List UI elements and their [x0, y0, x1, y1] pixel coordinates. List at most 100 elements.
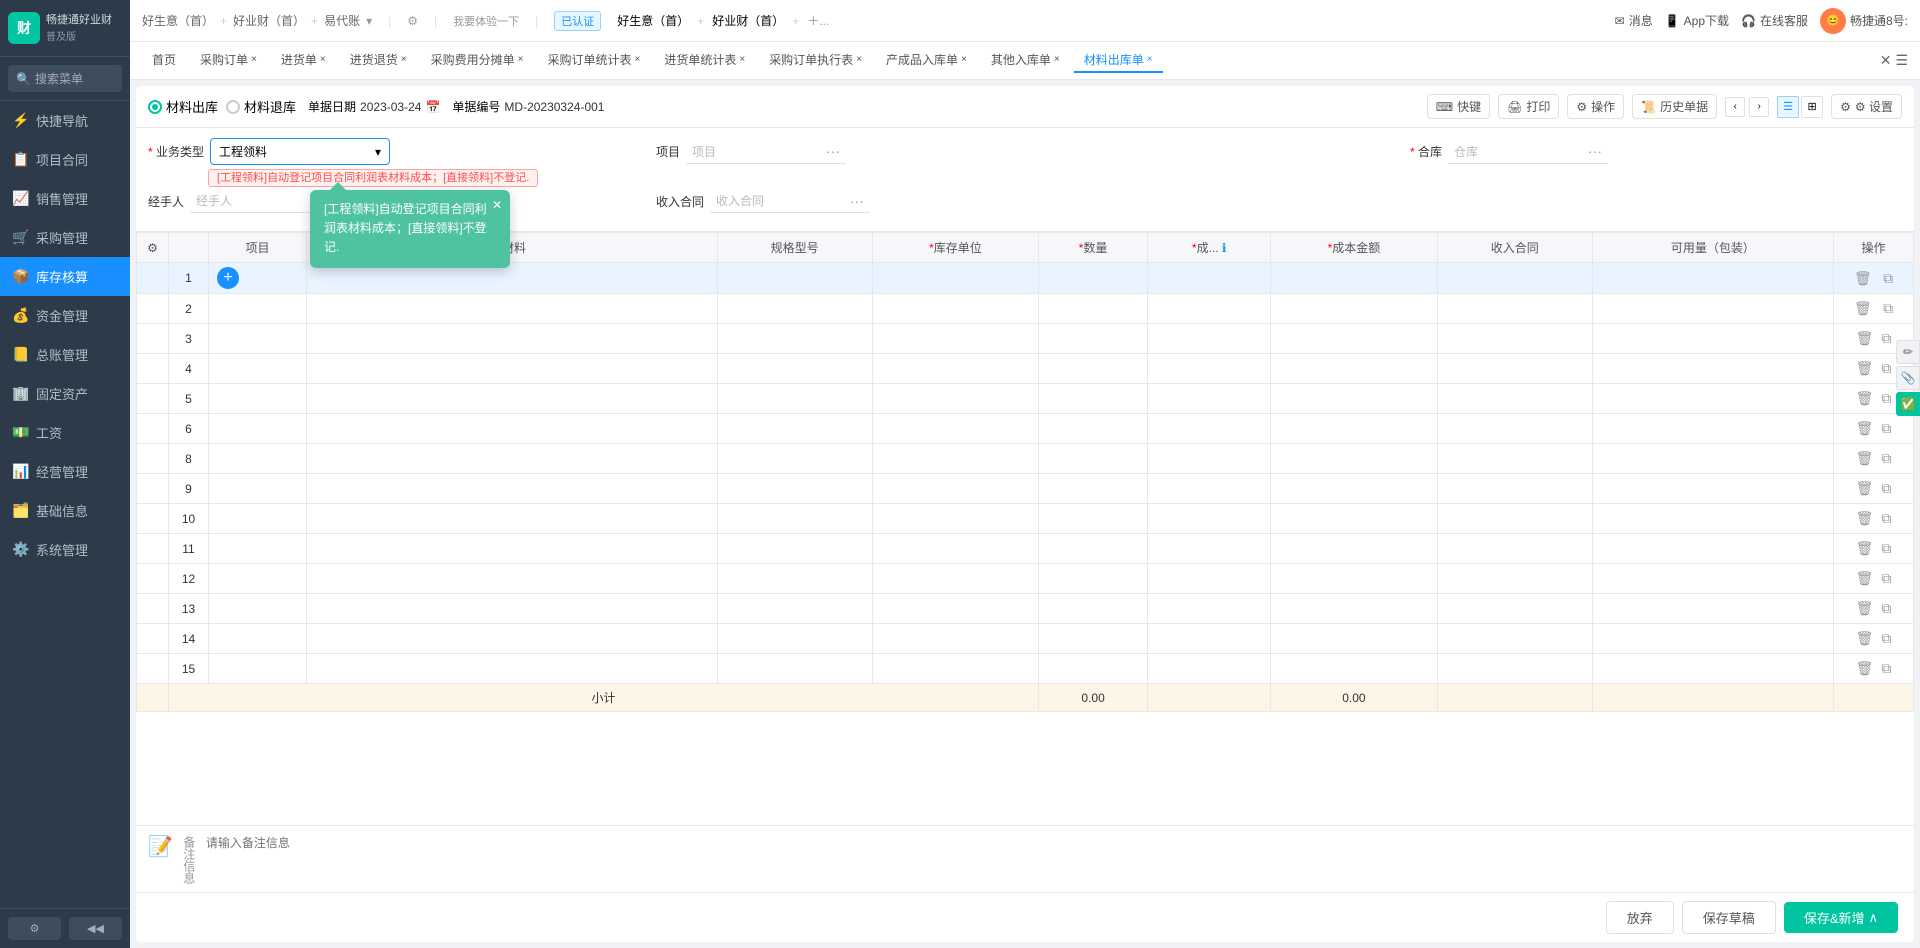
sidebar-item-project[interactable]: 📋 项目合同: [0, 140, 130, 179]
table-cell-cost-amount[interactable]: [1271, 263, 1437, 294]
calendar-icon[interactable]: 📅: [425, 100, 440, 114]
abandon-button[interactable]: 放弃: [1606, 901, 1674, 934]
close-icon[interactable]: ×: [320, 54, 326, 65]
search-menu-button[interactable]: 🔍 搜索菜单: [8, 65, 122, 92]
radio-material-out[interactable]: 材料出库: [148, 97, 218, 116]
tab-other-in[interactable]: 其他入库单 ×: [981, 48, 1070, 73]
print-button[interactable]: 🖨 打印: [1498, 94, 1559, 119]
delete-row-button[interactable]: 🗑: [1852, 598, 1878, 619]
tab-purchase-expense[interactable]: 采购费用分摊单 ×: [421, 48, 534, 73]
delete-row-button[interactable]: 🗑: [1852, 328, 1878, 349]
radio-material-return[interactable]: 材料退库: [226, 97, 296, 116]
notes-input[interactable]: [206, 834, 1902, 874]
delete-row-button[interactable]: 🗑: [1852, 448, 1878, 469]
quick-key-button[interactable]: ⌨ 快键: [1427, 94, 1490, 119]
online-service-button[interactable]: 🎧 在线客服: [1741, 12, 1808, 29]
copy-row-button[interactable]: ⧉: [1877, 598, 1895, 619]
close-icon[interactable]: ×: [961, 54, 967, 65]
tab-purchase-exec[interactable]: 采购订单执行表 ×: [759, 48, 872, 73]
save-draft-button[interactable]: 保存草稿: [1682, 901, 1776, 934]
sidebar-item-inventory[interactable]: 📦 库存核算: [0, 257, 130, 296]
list-view-button[interactable]: ☰: [1777, 96, 1799, 118]
copy-row-button[interactable]: ⧉: [1877, 508, 1895, 529]
nav-link-haoshengyi[interactable]: 好生意（首）: [142, 12, 214, 29]
close-icon[interactable]: ×: [518, 54, 524, 65]
tab-material-out[interactable]: 材料出库单 ×: [1074, 48, 1163, 73]
collapse-button[interactable]: ◀◀: [69, 917, 122, 940]
material-input[interactable]: [315, 271, 709, 285]
copy-row-button[interactable]: ⧉: [1879, 298, 1897, 319]
message-button[interactable]: ✉ 消息: [1615, 12, 1653, 29]
table-cell-cost-price[interactable]: [1148, 263, 1271, 294]
more-tabs-button[interactable]: ☰: [1895, 52, 1908, 69]
biz-type-select[interactable]: 工程领料 ▾: [210, 138, 390, 165]
warehouse-input[interactable]: 仓库 ···: [1448, 140, 1608, 164]
user-menu[interactable]: 😊 畅捷通8号:: [1820, 8, 1908, 34]
settings-gear-icon[interactable]: ⚙: [407, 14, 418, 28]
income-contract-input[interactable]: 收入合同 ···: [710, 189, 870, 213]
delete-row-button[interactable]: 🗑: [1852, 358, 1878, 379]
sidebar-item-quick[interactable]: ⚡ 快捷导航: [0, 101, 130, 140]
tab-product-in[interactable]: 产成品入库单 ×: [876, 48, 977, 73]
tab-purchase-order[interactable]: 采购订单 ×: [190, 48, 267, 73]
nav-more-button[interactable]: ▾: [366, 14, 372, 28]
nav-good-biz[interactable]: 好生意（首）: [617, 12, 689, 29]
delete-row-button[interactable]: 🗑: [1852, 478, 1878, 499]
sidebar-item-fixed-assets[interactable]: 🏢 固定资产: [0, 374, 130, 413]
delete-row-button[interactable]: 🗑: [1850, 268, 1876, 289]
warehouse-dots-icon[interactable]: ···: [1588, 143, 1602, 159]
delete-row-button[interactable]: 🗑: [1852, 388, 1878, 409]
sidebar-item-salary[interactable]: 💵 工资: [0, 413, 130, 452]
info-icon[interactable]: ℹ: [1222, 241, 1227, 255]
project-dots-icon[interactable]: ···: [826, 143, 840, 159]
nav-prev-button[interactable]: ‹: [1725, 97, 1745, 117]
table-cell-income-contract[interactable]: [1437, 263, 1592, 294]
copy-row-button[interactable]: ⧉: [1877, 628, 1895, 649]
copy-row-button[interactable]: ⧉: [1877, 328, 1895, 349]
copy-row-button[interactable]: ⧉: [1879, 268, 1897, 289]
close-icon[interactable]: ×: [739, 54, 745, 65]
close-icon[interactable]: ×: [401, 54, 407, 65]
delete-row-button[interactable]: 🗑: [1852, 568, 1878, 589]
save-new-button[interactable]: 保存&新增 ∧: [1784, 902, 1898, 933]
copy-row-button[interactable]: ⧉: [1877, 418, 1895, 439]
sidebar-item-system[interactable]: ⚙️ 系统管理: [0, 530, 130, 569]
table-cell-unit[interactable]: [872, 263, 1038, 294]
table-settings-header[interactable]: ⚙: [137, 233, 169, 263]
sidebar-item-finance[interactable]: 💰 资金管理: [0, 296, 130, 335]
tab-home[interactable]: 首页: [142, 48, 186, 73]
nav-link-haoyecai[interactable]: 好业财（首）: [233, 12, 305, 29]
copy-row-button[interactable]: ⧉: [1877, 568, 1895, 589]
delete-row-button[interactable]: 🗑: [1850, 298, 1876, 319]
sidebar-item-ledger[interactable]: 📒 总账管理: [0, 335, 130, 374]
edit-panel-button[interactable]: ✏: [1896, 340, 1920, 364]
table-cell-avail-qty[interactable]: [1592, 263, 1833, 294]
table-cell-spec[interactable]: [717, 263, 872, 294]
tab-goods-in[interactable]: 进货单 ×: [271, 48, 336, 73]
delete-row-button[interactable]: 🗑: [1852, 628, 1878, 649]
copy-row-button[interactable]: ⧉: [1877, 538, 1895, 559]
trial-link[interactable]: 我要体验一下: [453, 13, 519, 29]
tab-goods-return[interactable]: 进货退货 ×: [340, 48, 417, 73]
copy-row-button[interactable]: ⧉: [1877, 478, 1895, 499]
history-button[interactable]: 📜 历史单据: [1632, 94, 1717, 119]
close-icon[interactable]: ×: [634, 54, 640, 65]
nav-next-button[interactable]: ›: [1749, 97, 1769, 117]
nav-link-yidaizhang[interactable]: 易代账: [324, 12, 360, 29]
add-row-button[interactable]: +: [217, 267, 239, 289]
delete-row-button[interactable]: 🗑: [1852, 658, 1878, 679]
income-contract-dots-icon[interactable]: ···: [850, 193, 864, 209]
tooltip-close-button[interactable]: ✕: [492, 196, 502, 215]
sidebar-item-operation[interactable]: 📊 经营管理: [0, 452, 130, 491]
nav-good-finance[interactable]: 好业财（首）: [712, 12, 784, 29]
close-icon[interactable]: ×: [1054, 54, 1060, 65]
sidebar-item-base-info[interactable]: 🗂️ 基础信息: [0, 491, 130, 530]
app-download-button[interactable]: 📱 App下载: [1665, 12, 1729, 29]
settings-button[interactable]: ⚙: [8, 917, 61, 940]
grid-view-button[interactable]: ⊞: [1801, 96, 1823, 118]
close-icon[interactable]: ×: [1147, 54, 1153, 65]
column-settings-button[interactable]: ⚙ ⚙ 设置: [1831, 94, 1902, 119]
close-icon[interactable]: ×: [251, 54, 257, 65]
close-icon[interactable]: ×: [856, 54, 862, 65]
nav-extra-more[interactable]: ＋...: [807, 12, 829, 29]
